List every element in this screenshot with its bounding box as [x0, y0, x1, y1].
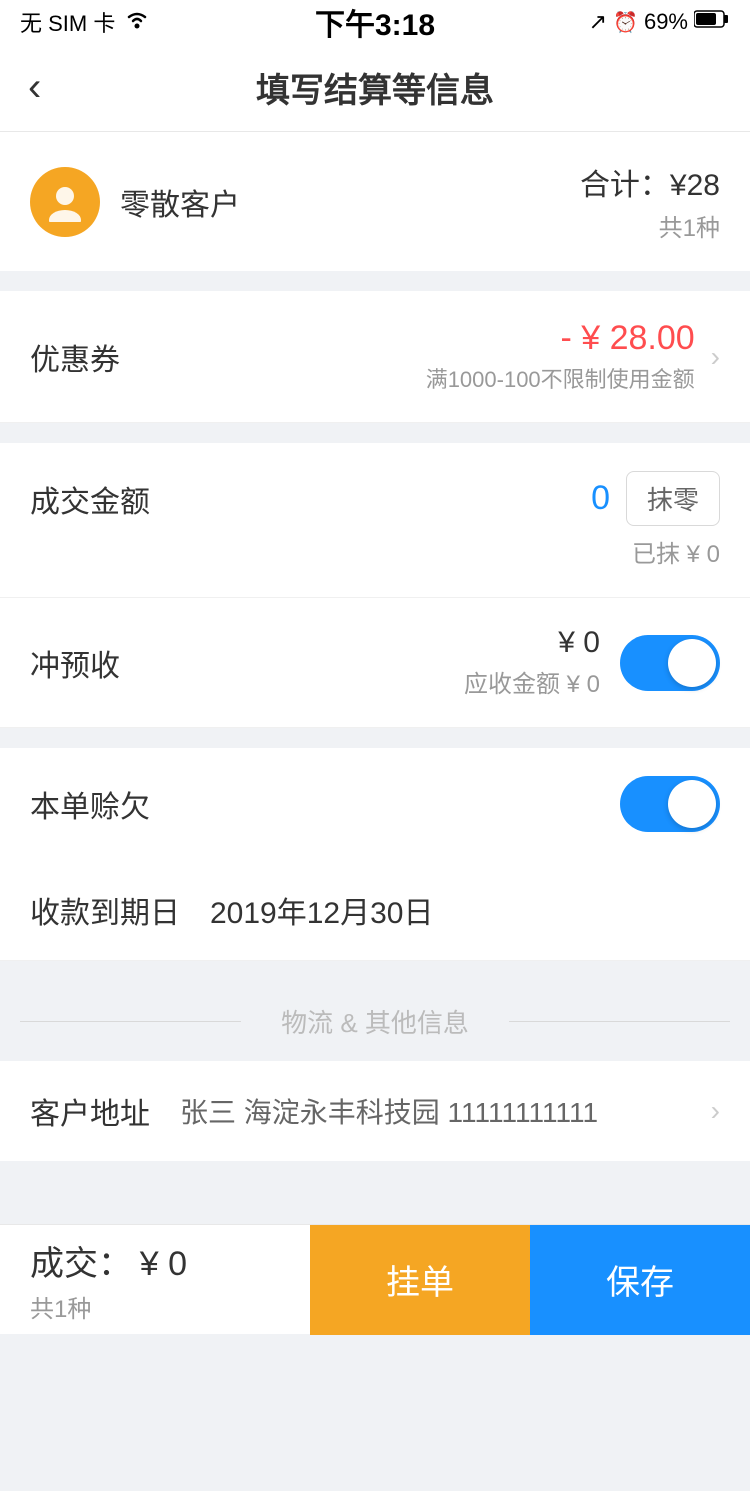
pre-collection-right: ¥ 0 应收金额 ¥ 0	[464, 626, 720, 699]
back-button[interactable]: ‹	[28, 65, 41, 110]
status-left: 无 SIM 卡	[20, 6, 151, 38]
battery-percent: 69%	[644, 9, 688, 35]
bottom-bar: 成交： ¥ 0 共1种 挂单 保存	[0, 1224, 750, 1334]
wifi-icon	[123, 9, 151, 35]
coupon-right: - ¥ 28.00 满1000-100不限制使用金额 ›	[160, 319, 720, 394]
due-date-label: 收款到期日	[30, 888, 180, 932]
customer-card: 零散客户 合计：¥28 共1种	[0, 132, 750, 271]
deal-amount-input[interactable]	[530, 479, 610, 518]
address-value: 张三 海淀永丰科技园 11111111111	[180, 1091, 711, 1131]
total-amount: 合计：¥28	[580, 160, 720, 204]
due-date-value: 2019年12月30日	[210, 888, 433, 932]
page-title: 填写结算等信息	[256, 63, 494, 112]
logistics-text: 物流 & 其他信息	[261, 1003, 489, 1040]
avatar	[30, 167, 100, 237]
deal-row-bottom: 已抹 ¥ 0	[30, 534, 720, 569]
credit-label: 本单赊欠	[30, 782, 150, 826]
coupon-desc: 满1000-100不限制使用金额	[426, 362, 695, 394]
divider-5	[0, 1051, 750, 1061]
total-count: 共1种	[580, 208, 720, 243]
pre-collection-amount-main: ¥ 0	[464, 626, 600, 660]
deal-amount-label: 成交金额	[30, 477, 160, 521]
bottom-deal-amount: 成交： ¥ 0	[30, 1236, 280, 1285]
coupon-row[interactable]: 优惠券 - ¥ 28.00 满1000-100不限制使用金额 ›	[0, 291, 750, 423]
coupon-label: 优惠券	[30, 335, 160, 379]
alarm-icon: ⏰	[613, 10, 638, 35]
chevron-right-icon: ›	[711, 341, 720, 373]
deal-amount-row: 成交金额 抹零 已抹 ¥ 0	[0, 443, 750, 598]
divider-1	[0, 271, 750, 291]
status-time: 下午3:18	[315, 0, 435, 44]
bottom-count: 共1种	[30, 1289, 280, 1324]
sim-status: 无 SIM 卡	[20, 6, 115, 38]
save-button[interactable]: 保存	[530, 1225, 750, 1335]
due-date-row: 收款到期日 2019年12月30日	[0, 860, 750, 961]
status-right: ↗ ⏰ 69%	[589, 9, 730, 35]
round-zero-button[interactable]: 抹零	[626, 471, 720, 526]
pre-collection-row: 冲预收 ¥ 0 应收金额 ¥ 0	[0, 598, 750, 728]
toggle-knob	[668, 639, 716, 687]
pre-collection-amount-sub: 应收金额 ¥ 0	[464, 664, 600, 699]
coupon-amount: - ¥ 28.00	[426, 319, 695, 358]
hold-button[interactable]: 挂单	[310, 1225, 530, 1335]
credit-row: 本单赊欠	[0, 748, 750, 860]
address-row[interactable]: 客户地址 张三 海淀永丰科技园 11111111111 ›	[0, 1061, 750, 1161]
bottom-deal-value: ¥ 0	[140, 1245, 187, 1283]
already-rounded: 已抹 ¥ 0	[632, 534, 720, 569]
logistics-divider: 物流 & 其他信息	[0, 991, 750, 1051]
pre-collection-label: 冲预收	[30, 641, 120, 685]
coupon-info: - ¥ 28.00 满1000-100不限制使用金额	[426, 319, 695, 394]
divider-4	[0, 961, 750, 991]
deal-row-top: 成交金额 抹零	[30, 471, 720, 526]
address-chevron-icon: ›	[711, 1095, 720, 1127]
battery-icon	[694, 9, 730, 35]
bottom-deal-label: 成交：	[30, 1245, 132, 1283]
bottom-info: 成交： ¥ 0 共1种	[0, 1236, 310, 1324]
customer-left: 零散客户	[30, 167, 240, 237]
pre-collection-amounts: ¥ 0 应收金额 ¥ 0	[464, 626, 600, 699]
divider-2	[0, 423, 750, 443]
customer-summary: 合计：¥28 共1种	[580, 160, 720, 243]
customer-name: 零散客户	[120, 180, 240, 224]
credit-toggle[interactable]	[620, 776, 720, 832]
address-label: 客户地址	[30, 1089, 160, 1133]
nav-bar: ‹ 填写结算等信息	[0, 44, 750, 132]
status-bar: 无 SIM 卡 下午3:18 ↗ ⏰ 69%	[0, 0, 750, 44]
divider-3	[0, 728, 750, 748]
location-icon: ↗	[589, 9, 607, 35]
pre-collection-toggle[interactable]	[620, 635, 720, 691]
credit-toggle-knob	[668, 780, 716, 828]
